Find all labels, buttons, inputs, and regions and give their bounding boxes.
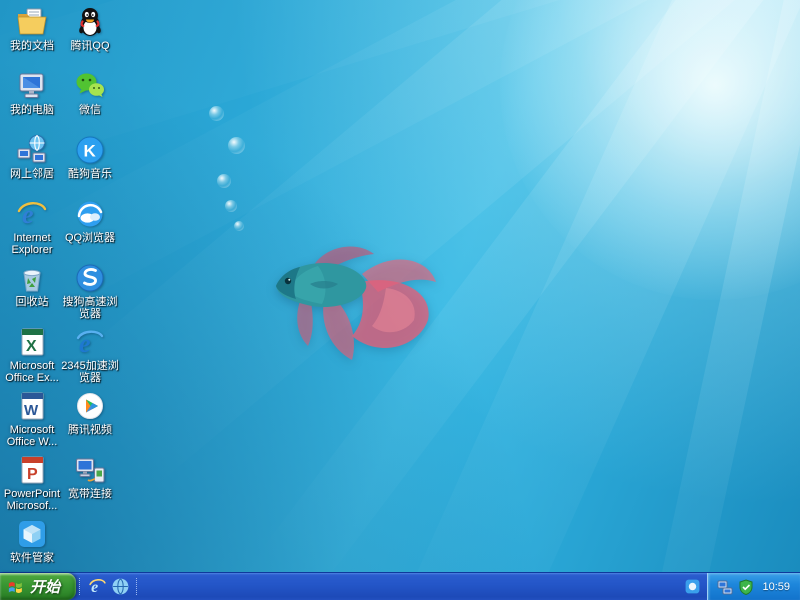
bubble xyxy=(228,137,245,154)
bubble xyxy=(225,200,237,212)
desktop: 我的文档 我的电脑 网上邻居 e Internet Explorer 回收站 X Micros… xyxy=(0,0,800,572)
desktop-icon-label: 腾讯QQ xyxy=(70,40,110,52)
taskbar-app-icon[interactable] xyxy=(678,573,707,600)
desktop-icon-excel[interactable]: X Microsoft Office Ex... xyxy=(0,326,64,390)
bubble xyxy=(217,174,231,188)
desktop-icon-wechat[interactable]: 微信 xyxy=(58,70,122,134)
browser-2345-icon: e xyxy=(74,326,106,358)
desktop-icon-network-places[interactable]: 网上邻居 xyxy=(0,134,64,198)
light-ray xyxy=(554,0,800,572)
desktop-icon-label: PowerPoint Microsof... xyxy=(3,488,61,512)
desktop-icon-sogou-browser[interactable]: 搜狗高速浏览器 xyxy=(58,262,122,326)
svg-text:K: K xyxy=(84,142,97,161)
desktop-icon-label: 回收站 xyxy=(15,296,49,308)
desktop-icon-label: Microsoft Office Ex... xyxy=(5,360,59,384)
desktop-icon-browser-2345[interactable]: e 2345加速浏览器 xyxy=(58,326,122,390)
taskbar-grip[interactable] xyxy=(136,578,139,595)
desktop-icon-label: QQ浏览器 xyxy=(64,232,116,244)
desktop-icon-powerpoint[interactable]: P PowerPoint Microsof... xyxy=(0,454,64,518)
desktop-icon-qq-browser[interactable]: QQ浏览器 xyxy=(58,198,122,262)
word-icon: W xyxy=(16,390,48,422)
desktop-icon-label: 宽带连接 xyxy=(68,488,112,500)
quick-launch-grip[interactable] xyxy=(79,578,82,595)
desktop-icon-recycle-bin[interactable]: 回收站 xyxy=(0,262,64,326)
sunlight-glow xyxy=(500,0,800,300)
desktop-icon-label: 2345加速浏览器 xyxy=(61,360,119,384)
quick-launch-bar: e xyxy=(85,573,133,600)
my-computer-icon xyxy=(16,70,48,102)
betta-fish-wallpaper xyxy=(266,224,442,366)
wechat-icon xyxy=(74,70,106,102)
windows-logo-icon xyxy=(7,578,25,596)
qq-icon xyxy=(74,6,106,38)
desktop-icon-label: 我的电脑 xyxy=(10,104,54,116)
desktop-icon-label: Microsoft Office W... xyxy=(6,424,58,448)
system-tray: 10:59 xyxy=(707,573,800,600)
security-tray-icon[interactable] xyxy=(738,578,754,595)
svg-text:P: P xyxy=(27,466,38,483)
excel-icon: X xyxy=(16,326,48,358)
windows-xp-desktop: 我的文档 我的电脑 网上邻居 e Internet Explorer 回收站 X Micros… xyxy=(0,0,800,600)
desktop-icon-label: 软件管家 xyxy=(10,552,54,564)
software-manager-icon xyxy=(16,518,48,550)
desktop-icon-my-computer[interactable]: 我的电脑 xyxy=(0,70,64,134)
desktop-icon-word[interactable]: W Microsoft Office W... xyxy=(0,390,64,454)
desktop-icon-tencent-video[interactable]: 腾讯视频 xyxy=(58,390,122,454)
desktop-icon-label: 网上邻居 xyxy=(10,168,54,180)
desktop-icon-label: 酷狗音乐 xyxy=(68,168,112,180)
sogou-browser-icon xyxy=(74,262,106,294)
powerpoint-icon: P xyxy=(16,454,48,486)
desktop-icon-my-documents[interactable]: 我的文档 xyxy=(0,6,64,70)
bubble xyxy=(209,106,224,121)
desktop-icon-label: 我的文档 xyxy=(10,40,54,52)
desktop-icon-label: 微信 xyxy=(79,104,101,116)
desktop-icon-label: 腾讯视频 xyxy=(68,424,112,436)
kugou-music-icon: K xyxy=(74,134,106,166)
clock[interactable]: 10:59 xyxy=(762,581,790,593)
my-documents-icon xyxy=(16,6,48,38)
internet-explorer-icon: e xyxy=(16,198,48,230)
svg-text:W: W xyxy=(24,402,39,419)
desktop-icon-label: Internet Explorer xyxy=(11,232,53,256)
bubble xyxy=(234,221,244,231)
desktop-icon-qq[interactable]: 腾讯QQ xyxy=(58,6,122,70)
network-tray-icon[interactable] xyxy=(717,579,733,595)
taskbar: 开始 e 10:59 xyxy=(0,572,800,600)
svg-text:X: X xyxy=(26,338,37,355)
start-button-label: 开始 xyxy=(30,579,61,596)
recycle-bin-icon xyxy=(16,262,48,294)
desktop-icon-label: 搜狗高速浏览器 xyxy=(62,296,118,320)
network-places-icon xyxy=(16,134,48,166)
tray-icons xyxy=(717,578,754,595)
start-button[interactable]: 开始 xyxy=(0,573,77,600)
desktop-icon-software-manager[interactable]: 软件管家 xyxy=(0,518,64,572)
tencent-video-icon xyxy=(74,390,106,422)
taskbar-buttons-area xyxy=(142,573,678,600)
desktop-icon-internet-explorer[interactable]: e Internet Explorer xyxy=(0,198,64,262)
desktop-icon-broadband-connection[interactable]: 宽带连接 xyxy=(58,454,122,518)
ie-quick-launch[interactable]: e xyxy=(88,577,107,596)
desktop-icons-column-2: 腾讯QQ 微信 K 酷狗音乐 QQ浏览器搜狗高速浏览器 e 2345加速浏览器腾讯视频宽带连… xyxy=(58,6,122,518)
qq-browser-icon xyxy=(74,198,106,230)
desktop-icons-column-1: 我的文档我的电脑网上邻居 e Internet Explorer 回收站 X Micros… xyxy=(0,6,64,572)
browser-quick-launch[interactable] xyxy=(111,577,130,596)
desktop-icon-kugou-music[interactable]: K 酷狗音乐 xyxy=(58,134,122,198)
broadband-connection-icon xyxy=(74,454,106,486)
